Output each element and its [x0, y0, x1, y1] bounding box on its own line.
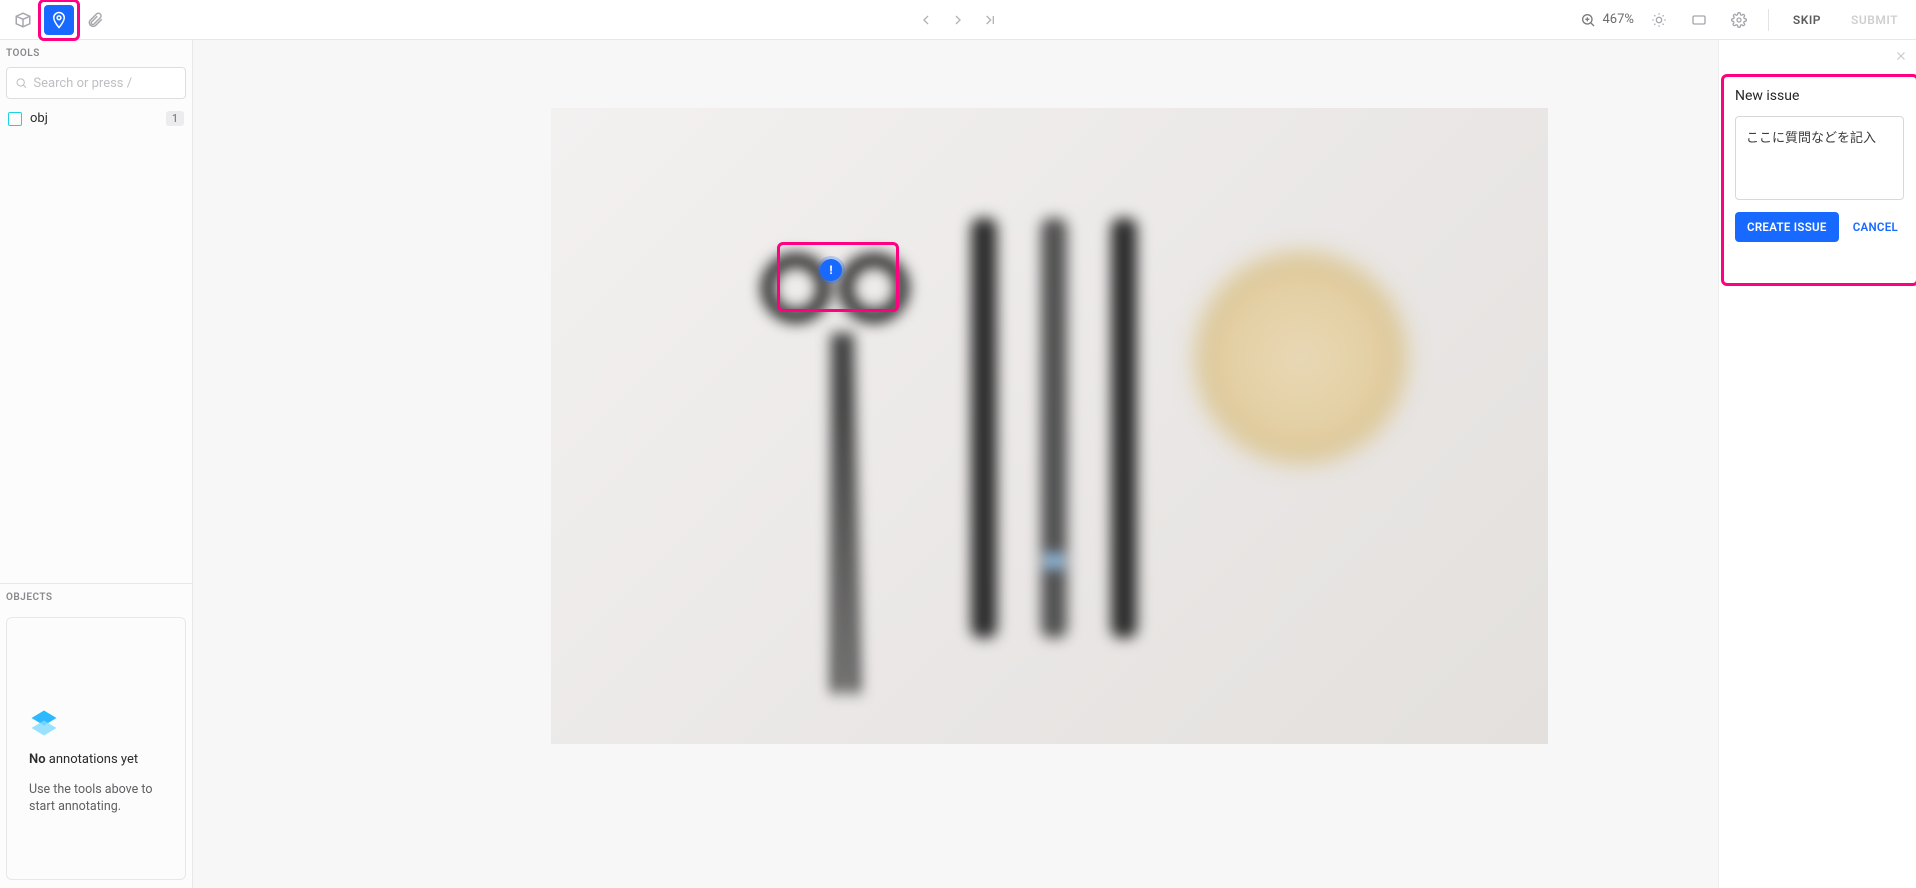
- tool-label: obj: [30, 111, 158, 126]
- divider: [1768, 9, 1769, 31]
- pen-shape-2: [1041, 218, 1067, 638]
- search-icon: [15, 76, 27, 90]
- submit-button: SUBMIT: [1841, 7, 1908, 33]
- objects-panel: OBJECTS No annotations yet Use the tools…: [0, 583, 192, 888]
- placeholder-logo-icon: [29, 708, 59, 738]
- objects-heading: OBJECTS: [0, 584, 192, 607]
- settings-icon[interactable]: [1724, 5, 1754, 35]
- close-panel-button[interactable]: [1894, 48, 1908, 67]
- brightness-icon[interactable]: [1644, 5, 1674, 35]
- zoom-control[interactable]: 467%: [1580, 12, 1633, 28]
- close-icon: [1894, 49, 1908, 63]
- tool-search[interactable]: [6, 67, 186, 99]
- canvas[interactable]: !: [193, 40, 1718, 888]
- topbar-nav-group: [912, 6, 1004, 34]
- empty-placeholder: No annotations yet Use the tools above t…: [6, 617, 186, 880]
- issue-actions: CREATE ISSUE CANCEL: [1735, 212, 1904, 242]
- tool-search-input[interactable]: [33, 76, 177, 91]
- issue-tool-button[interactable]: [44, 5, 74, 35]
- panel-icon[interactable]: [1684, 5, 1714, 35]
- placeholder-title: No annotations yet: [29, 752, 163, 767]
- jump-end-button[interactable]: [976, 6, 1004, 34]
- tool-hotkey-badge: 1: [166, 111, 184, 126]
- zoom-icon: [1580, 12, 1596, 28]
- main-area: TOOLS obj 1 OBJECTS No annotations yet U…: [0, 40, 1916, 888]
- skip-button[interactable]: SKIP: [1783, 7, 1831, 33]
- image-stage: [551, 108, 1548, 744]
- pen-shape-1: [971, 218, 997, 638]
- new-issue-form: New issue CREATE ISSUE CANCEL: [1725, 78, 1914, 254]
- create-issue-button[interactable]: CREATE ISSUE: [1735, 212, 1839, 242]
- issue-textarea[interactable]: [1735, 116, 1904, 200]
- cancel-issue-button[interactable]: CANCEL: [1853, 220, 1898, 234]
- scissors-shape: [761, 253, 931, 713]
- top-bar: 467% SKIP SUBMIT: [0, 0, 1916, 40]
- attachment-icon[interactable]: [80, 5, 110, 35]
- tool-item-obj[interactable]: obj 1: [0, 105, 192, 132]
- left-sidebar: TOOLS obj 1 OBJECTS No annotations yet U…: [0, 40, 193, 888]
- prev-button[interactable]: [912, 6, 940, 34]
- issue-marker[interactable]: !: [820, 259, 842, 281]
- zoom-value: 467%: [1602, 12, 1633, 27]
- next-button[interactable]: [944, 6, 972, 34]
- topbar-right-group: 467% SKIP SUBMIT: [1580, 5, 1908, 35]
- tape-shape: [1191, 248, 1411, 468]
- home-icon[interactable]: [8, 5, 38, 35]
- topbar-left-group: [8, 5, 110, 35]
- issue-form-title: New issue: [1735, 88, 1904, 104]
- tools-heading: TOOLS: [0, 40, 192, 63]
- rectangle-tool-icon: [8, 112, 22, 126]
- pen-shape-3: [1111, 218, 1137, 638]
- right-panel: New issue CREATE ISSUE CANCEL: [1718, 40, 1916, 888]
- placeholder-subtext: Use the tools above to start annotating.: [29, 781, 163, 816]
